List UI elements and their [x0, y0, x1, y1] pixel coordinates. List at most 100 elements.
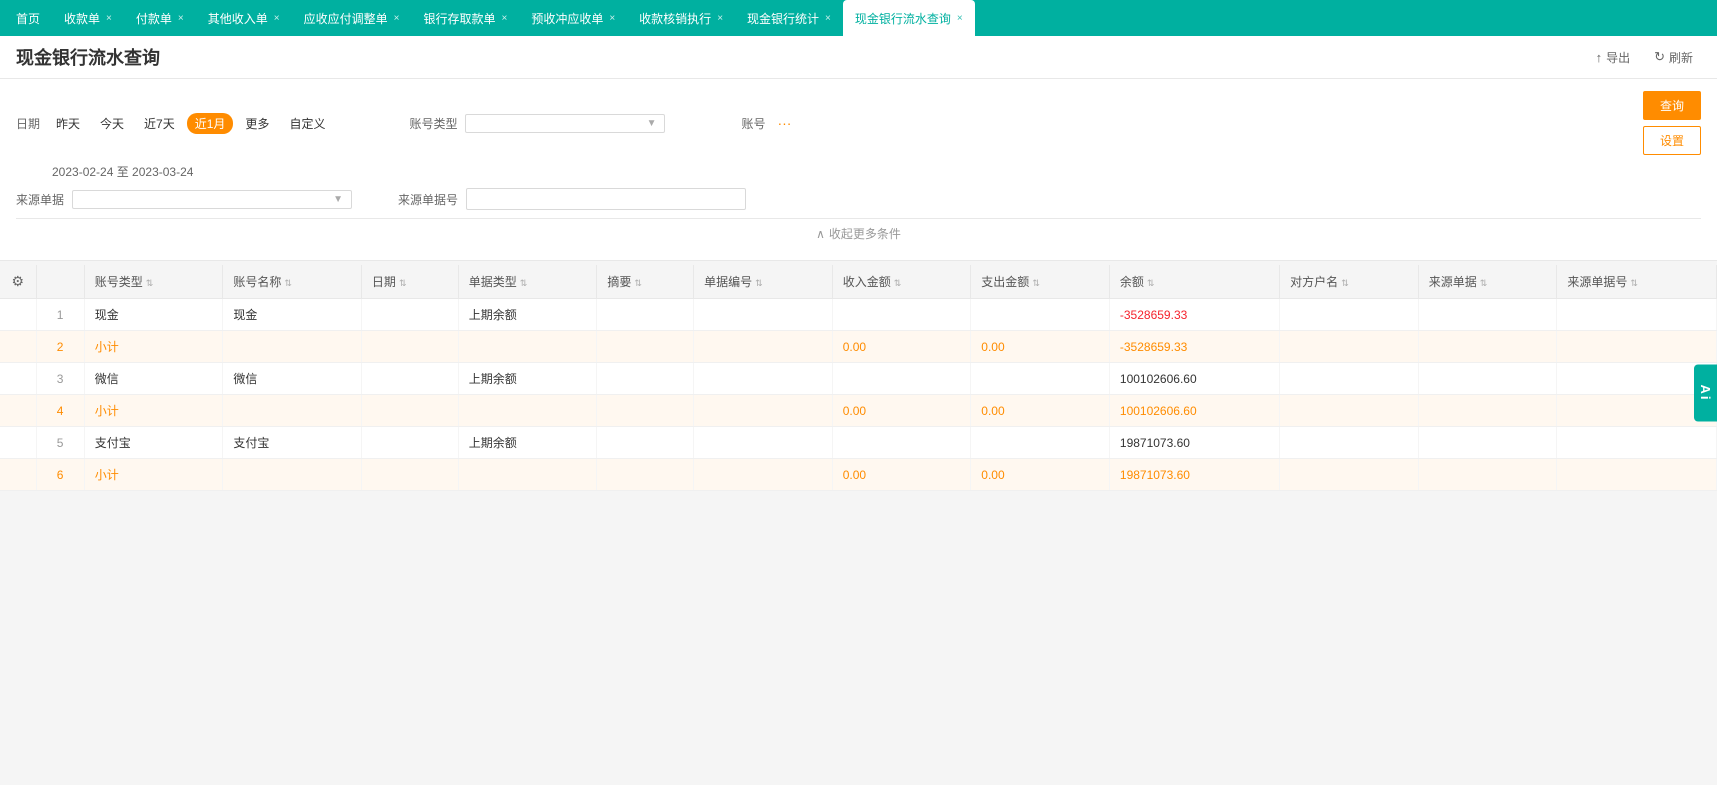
col-expense-label: 支出金额	[981, 275, 1029, 289]
col-date[interactable]: 日期⇅	[361, 265, 458, 299]
close-icon[interactable]: ×	[717, 13, 723, 24]
col-account-type[interactable]: 账号类型⇅	[84, 265, 223, 299]
close-icon[interactable]: ×	[501, 13, 507, 24]
nav-tab-payment[interactable]: 付款单 ×	[124, 0, 196, 36]
close-icon[interactable]: ×	[274, 13, 280, 24]
col-account-name[interactable]: 账号名称⇅	[223, 265, 362, 299]
close-icon[interactable]: ×	[957, 13, 963, 24]
cell-source-doc-no	[1557, 427, 1717, 459]
col-doc-type[interactable]: 单据类型⇅	[458, 265, 597, 299]
export-button[interactable]: ↑ 导出	[1588, 45, 1639, 70]
date-btn-more[interactable]: 更多	[237, 113, 277, 134]
row-number: 6	[36, 459, 84, 491]
table-row: 3微信微信上期余额100102606.60	[0, 363, 1717, 395]
cell-source-doc	[1418, 331, 1557, 363]
close-icon[interactable]: ×	[178, 13, 184, 24]
collapse-label: 收起更多条件	[829, 225, 901, 242]
cell-source-doc	[1418, 363, 1557, 395]
cell-date	[361, 427, 458, 459]
cell-source-doc	[1418, 427, 1557, 459]
cell-expense: 0.00	[971, 331, 1110, 363]
nav-tab-pre-receipt[interactable]: 预收冲应收单 ×	[519, 0, 627, 36]
cell-counterpart	[1280, 427, 1419, 459]
refresh-button[interactable]: ↻ 刷新	[1646, 45, 1701, 70]
col-income[interactable]: 收入金额⇅	[832, 265, 971, 299]
close-icon[interactable]: ×	[825, 13, 831, 24]
source-doc-select[interactable]: ▼	[72, 190, 352, 209]
cell-balance: 100102606.60	[1109, 395, 1279, 427]
nav-tab-ar-ap-adjust[interactable]: 应收应付调整单 ×	[292, 0, 412, 36]
nav-tab-home[interactable]: 首页	[4, 0, 52, 36]
date-btn-yesterday[interactable]: 昨天	[48, 113, 88, 134]
col-balance[interactable]: 余额⇅	[1109, 265, 1279, 299]
col-settings[interactable]: ⚙	[0, 265, 36, 299]
cell-date	[361, 299, 458, 331]
col-source-doc-no[interactable]: 来源单据号⇅	[1557, 265, 1717, 299]
cell-counterpart	[1280, 459, 1419, 491]
table-row: 4小计0.000.00100102606.60	[0, 395, 1717, 427]
col-doc-no-label: 单据编号	[704, 275, 752, 289]
export-icon: ↑	[1596, 50, 1603, 65]
date-btn-custom[interactable]: 自定义	[281, 113, 333, 134]
source-doc-no-input[interactable]	[466, 188, 746, 210]
date-filter-group: 日期 昨天 今天 近7天 近1月 更多 自定义	[16, 113, 333, 134]
table-header-row: ⚙ 账号类型⇅ 账号名称⇅ 日期⇅ 单据类型⇅ 摘要⇅ 单据编号⇅ 收入金额⇅ …	[0, 265, 1717, 299]
cell-doc-no	[694, 299, 833, 331]
close-icon[interactable]: ×	[609, 13, 615, 24]
date-btn-today[interactable]: 今天	[92, 113, 132, 134]
data-table-container: ⚙ 账号类型⇅ 账号名称⇅ 日期⇅ 单据类型⇅ 摘要⇅ 单据编号⇅ 收入金额⇅ …	[0, 265, 1717, 491]
table-row: 1现金现金上期余额-3528659.33	[0, 299, 1717, 331]
cell-source-doc-no	[1557, 395, 1717, 427]
nav-tab-bank-deposit-label: 银行存取款单	[423, 10, 495, 27]
table-row: 2小计0.000.00-3528659.33	[0, 331, 1717, 363]
row-checkbox	[0, 363, 36, 395]
date-btn-1month[interactable]: 近1月	[187, 113, 234, 134]
cell-account-name: 支付宝	[223, 427, 362, 459]
refresh-label: 刷新	[1669, 49, 1693, 66]
sort-icon-4: ⇅	[520, 278, 528, 289]
cell-account-type: 现金	[84, 299, 223, 331]
row-number: 2	[36, 331, 84, 363]
cell-income: 0.00	[832, 395, 971, 427]
row-number: 5	[36, 427, 84, 459]
nav-tab-other-income[interactable]: 其他收入单 ×	[196, 0, 292, 36]
settings-button[interactable]: 设置	[1643, 126, 1701, 155]
account-type-select[interactable]: ▼	[465, 114, 665, 133]
sort-icon-8: ⇅	[1032, 278, 1040, 289]
nav-tab-receipt-verify-label: 收款核销执行	[639, 10, 711, 27]
refresh-icon: ↻	[1654, 49, 1665, 65]
col-counterpart[interactable]: 对方户名⇅	[1280, 265, 1419, 299]
col-doc-no[interactable]: 单据编号⇅	[694, 265, 833, 299]
ai-assistant-badge[interactable]: Ai	[1694, 364, 1717, 421]
col-summary[interactable]: 摘要⇅	[597, 265, 694, 299]
col-source-doc[interactable]: 来源单据⇅	[1418, 265, 1557, 299]
date-btn-7days[interactable]: 近7天	[136, 113, 183, 134]
account-label: 账号	[741, 115, 765, 132]
close-icon[interactable]: ×	[394, 13, 400, 24]
col-expense[interactable]: 支出金额⇅	[971, 265, 1110, 299]
nav-tab-cash-bank-stat[interactable]: 现金银行统计 ×	[735, 0, 843, 36]
cell-expense	[971, 427, 1110, 459]
query-button[interactable]: 查询	[1643, 91, 1701, 120]
cell-doc-no	[694, 395, 833, 427]
account-ellipsis-button[interactable]: ···	[773, 115, 795, 131]
nav-tab-ar-ap-adjust-label: 应收应付调整单	[304, 10, 388, 27]
cell-summary	[597, 427, 694, 459]
nav-tab-bank-deposit[interactable]: 银行存取款单 ×	[411, 0, 519, 36]
nav-tab-home-label: 首页	[16, 10, 40, 27]
cell-doc-no	[694, 459, 833, 491]
cell-doc-type: 上期余额	[458, 299, 597, 331]
nav-tab-cash-bank-flow[interactable]: 现金银行流水查询 ×	[843, 0, 975, 36]
sort-icon-11: ⇅	[1480, 278, 1488, 289]
row-number: 1	[36, 299, 84, 331]
cell-source-doc-no	[1557, 331, 1717, 363]
nav-tab-receipt[interactable]: 收款单 ×	[52, 0, 124, 36]
cell-account-name	[223, 331, 362, 363]
close-icon[interactable]: ×	[106, 13, 112, 24]
account-type-label: 账号类型	[409, 115, 457, 132]
export-label: 导出	[1606, 49, 1630, 66]
cell-account-name: 现金	[223, 299, 362, 331]
nav-tab-receipt-verify[interactable]: 收款核销执行 ×	[627, 0, 735, 36]
collapse-filters-button[interactable]: ∧ 收起更多条件	[16, 218, 1701, 248]
cell-source-doc-no	[1557, 363, 1717, 395]
